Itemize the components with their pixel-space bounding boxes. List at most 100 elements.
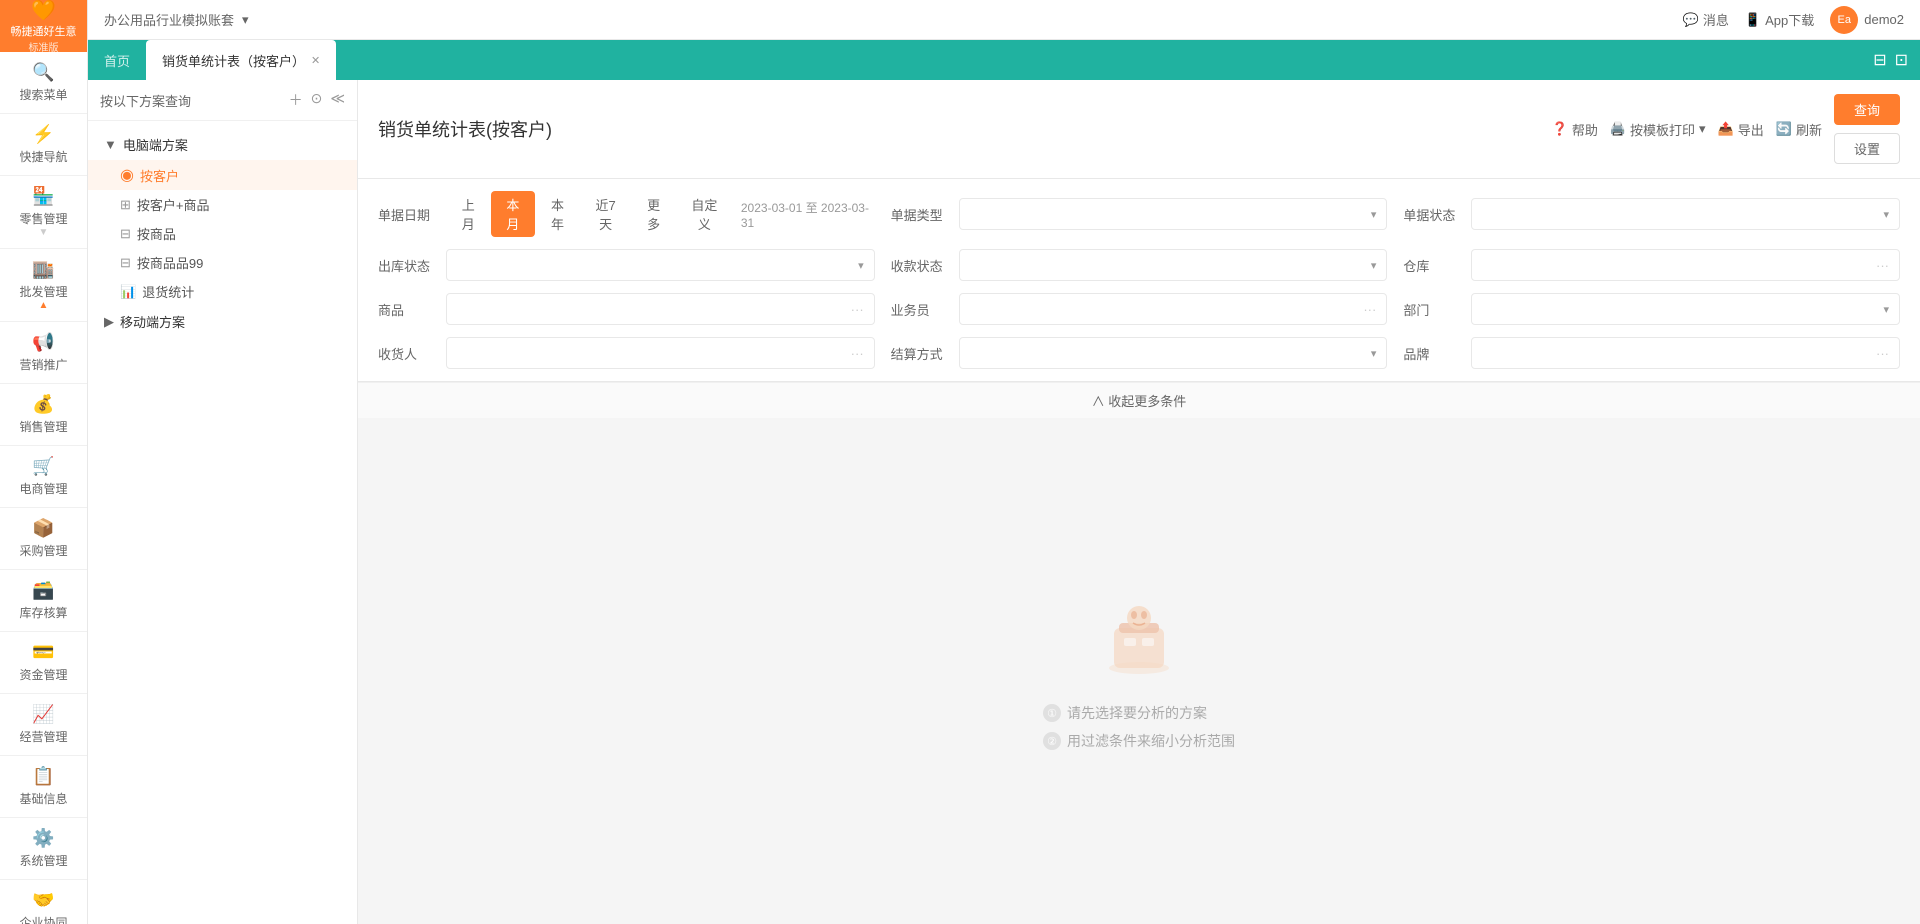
filter-dept: 部门 ▾ xyxy=(1403,293,1900,325)
sidebar-item-wholesale[interactable]: 🏬 批发管理 ▲ xyxy=(0,249,87,322)
sidebar-ecom-label: 电商管理 xyxy=(19,480,67,497)
tree-item-by-product-99[interactable]: ⊟ 按商品品99 xyxy=(88,248,357,277)
receiver-dots-icon: ··· xyxy=(851,346,864,361)
export-label: 导出 xyxy=(1738,120,1764,139)
refresh-action[interactable]: 🔄 刷新 xyxy=(1776,120,1822,139)
logo-text: 畅捷通好生意 xyxy=(11,25,77,39)
tree-section-pc[interactable]: ▼ 电脑端方案 xyxy=(88,129,357,160)
industry-selector[interactable]: 办公用品行业模拟账套 ▾ xyxy=(104,10,249,29)
tree-item-by-customer[interactable]: ◉ 按客户 xyxy=(88,160,357,190)
empty-illustration xyxy=(1089,583,1189,683)
tab-home[interactable]: 首页 xyxy=(88,40,146,80)
user-avatar: Ea xyxy=(1830,6,1858,34)
sidebar-search-label: 搜索菜单 xyxy=(19,86,67,103)
sidebar-wholesale-label: 批发管理 xyxy=(19,283,67,300)
doc-type-control[interactable]: ▾ xyxy=(959,198,1388,230)
tree-item-by-product[interactable]: ⊟ 按商品 xyxy=(88,219,357,248)
search-icon: 🔍 xyxy=(32,62,54,83)
sidebar-item-sales[interactable]: 💰 销售管理 xyxy=(0,384,87,446)
doc-status-control[interactable]: ▾ xyxy=(1471,198,1900,230)
warehouse-control[interactable]: ··· xyxy=(1471,249,1900,281)
sidebar-item-corp[interactable]: 🤝 企业协同 xyxy=(0,880,87,924)
sidebar-sales-label: 销售管理 xyxy=(19,418,67,435)
filter-product: 商品 ··· xyxy=(378,293,875,325)
refresh-icon: 🔄 xyxy=(1776,121,1792,137)
product-control[interactable]: ··· xyxy=(446,293,875,325)
sidebar-item-finance[interactable]: 💳 资金管理 xyxy=(0,632,87,694)
grid-icon: ⊞ xyxy=(120,197,131,213)
help-action[interactable]: ❓ 帮助 xyxy=(1552,120,1598,139)
settings-scheme-icon[interactable]: ⊙ xyxy=(311,90,323,110)
tree-item-by-product-99-label: 按商品品99 xyxy=(137,253,203,272)
sidebar-item-search[interactable]: 🔍 搜索菜单 xyxy=(0,52,87,114)
product-dots-icon: ··· xyxy=(851,302,864,317)
collapse-panel-icon[interactable]: ≪ xyxy=(330,90,345,110)
corp-icon: 🤝 xyxy=(32,890,54,911)
filter-payment-method: 结算方式 ▾ xyxy=(891,337,1388,369)
tree-section-mobile-label: 移动端方案 xyxy=(120,312,185,331)
tree-expand-icon: ▼ xyxy=(104,137,117,152)
maximize-icon[interactable]: ⊡ xyxy=(1895,50,1908,70)
doc-type-label: 单据类型 xyxy=(891,205,951,224)
date-btn-this-year[interactable]: 本年 xyxy=(535,191,580,237)
minimize-icon[interactable]: ⊟ xyxy=(1873,50,1886,70)
message-button[interactable]: 💬 消息 xyxy=(1683,10,1729,29)
filter-date: 单据日期 上月 本月 本年 近7天 更多 自定义 2023-03-01 至 20… xyxy=(378,191,875,237)
filter-area: 单据日期 上月 本月 本年 近7天 更多 自定义 2023-03-01 至 20… xyxy=(358,179,1920,382)
left-panel-header: 按以下方案查询 ＋ ⊙ ≪ xyxy=(88,80,357,121)
sidebar-item-marketing[interactable]: 📢 营销推广 xyxy=(0,322,87,384)
sidebar-inventory-label: 库存核算 xyxy=(19,604,67,621)
sidebar-item-system[interactable]: ⚙️ 系统管理 xyxy=(0,818,87,880)
query-button[interactable]: 查询 xyxy=(1834,94,1900,125)
out-status-control[interactable]: ▾ xyxy=(446,249,875,281)
page-header: 销货单统计表(按客户) ❓ 帮助 🖨️ 按模板打印 ▾ 📤 导出 xyxy=(358,80,1920,179)
date-btn-custom[interactable]: 自定义 xyxy=(676,191,733,237)
tree-collapse-icon: ▶ xyxy=(104,314,114,330)
receipt-status-control[interactable]: ▾ xyxy=(959,249,1388,281)
message-icon: 💬 xyxy=(1683,12,1699,28)
header-right: 💬 消息 📱 App下载 Ea demo2 xyxy=(1683,6,1904,34)
dept-control[interactable]: ▾ xyxy=(1471,293,1900,325)
doc-status-arrow-icon: ▾ xyxy=(1883,208,1889,221)
salesperson-label: 业务员 xyxy=(891,300,951,319)
top-header: 办公用品行业模拟账套 ▾ 💬 消息 📱 App下载 Ea demo2 xyxy=(88,0,1920,40)
app-download-button[interactable]: 📱 App下载 xyxy=(1745,10,1814,29)
date-btn-last-month[interactable]: 上月 xyxy=(446,191,491,237)
product-label: 商品 xyxy=(378,300,438,319)
sidebar-item-ecom[interactable]: 🛒 电商管理 xyxy=(0,446,87,508)
sidebar-item-ops[interactable]: 📈 经营管理 xyxy=(0,694,87,756)
tree-item-return-stats[interactable]: 📊 退货统计 xyxy=(88,277,357,306)
tab-close-icon[interactable]: ✕ xyxy=(311,54,320,67)
salesperson-dots-icon: ··· xyxy=(1363,302,1376,317)
sidebar-item-purchase[interactable]: 📦 采购管理 xyxy=(0,508,87,570)
date-btn-this-month[interactable]: 本月 xyxy=(491,191,536,237)
sidebar-item-retail[interactable]: 🏪 零售管理 ▼ xyxy=(0,176,87,249)
payment-method-control[interactable]: ▾ xyxy=(959,337,1388,369)
main-content: 办公用品行业模拟账套 ▾ 💬 消息 📱 App下载 Ea demo2 首页 xyxy=(88,0,1920,924)
tree-section-mobile[interactable]: ▶ 移动端方案 xyxy=(88,306,357,337)
export-icon: 📤 xyxy=(1718,121,1734,137)
receipt-status-arrow-icon: ▾ xyxy=(1371,259,1377,272)
collapse-bar[interactable]: ∧ 收起更多条件 xyxy=(358,382,1920,418)
receiver-control[interactable]: ··· xyxy=(446,337,875,369)
date-btn-more[interactable]: 更多 xyxy=(631,191,676,237)
date-btn-last-7[interactable]: 近7天 xyxy=(580,191,631,237)
sidebar-item-basic[interactable]: 📋 基础信息 xyxy=(0,756,87,818)
tree-item-by-customer-product[interactable]: ⊞ 按客户+商品 xyxy=(88,190,357,219)
system-icon: ⚙️ xyxy=(32,828,54,849)
brand-control[interactable]: ··· xyxy=(1471,337,1900,369)
download-icon: 📱 xyxy=(1745,12,1761,28)
settings-button[interactable]: 设置 xyxy=(1834,133,1900,164)
add-scheme-icon[interactable]: ＋ xyxy=(289,90,303,110)
user-menu[interactable]: Ea demo2 xyxy=(1830,6,1904,34)
filter-row-3: 商品 ··· 业务员 ··· 部门 xyxy=(378,293,1900,325)
left-panel: 按以下方案查询 ＋ ⊙ ≪ ▼ 电脑端方案 ◉ 按客户 ⊞ xyxy=(88,80,358,924)
empty-tip-1: ① 请先选择要分析的方案 xyxy=(1043,703,1235,723)
salesperson-control[interactable]: ··· xyxy=(959,293,1388,325)
tab-maximize-area: ⊟ ⊡ xyxy=(1861,50,1920,70)
template-print-action[interactable]: 🖨️ 按模板打印 ▾ xyxy=(1610,120,1706,139)
sidebar-item-inventory[interactable]: 🗃️ 库存核算 xyxy=(0,570,87,632)
export-action[interactable]: 📤 导出 xyxy=(1718,120,1764,139)
sidebar-item-shortcuts[interactable]: ⚡ 快捷导航 xyxy=(0,114,87,176)
tab-sales-stat[interactable]: 销货单统计表（按客户） ✕ xyxy=(146,40,336,80)
